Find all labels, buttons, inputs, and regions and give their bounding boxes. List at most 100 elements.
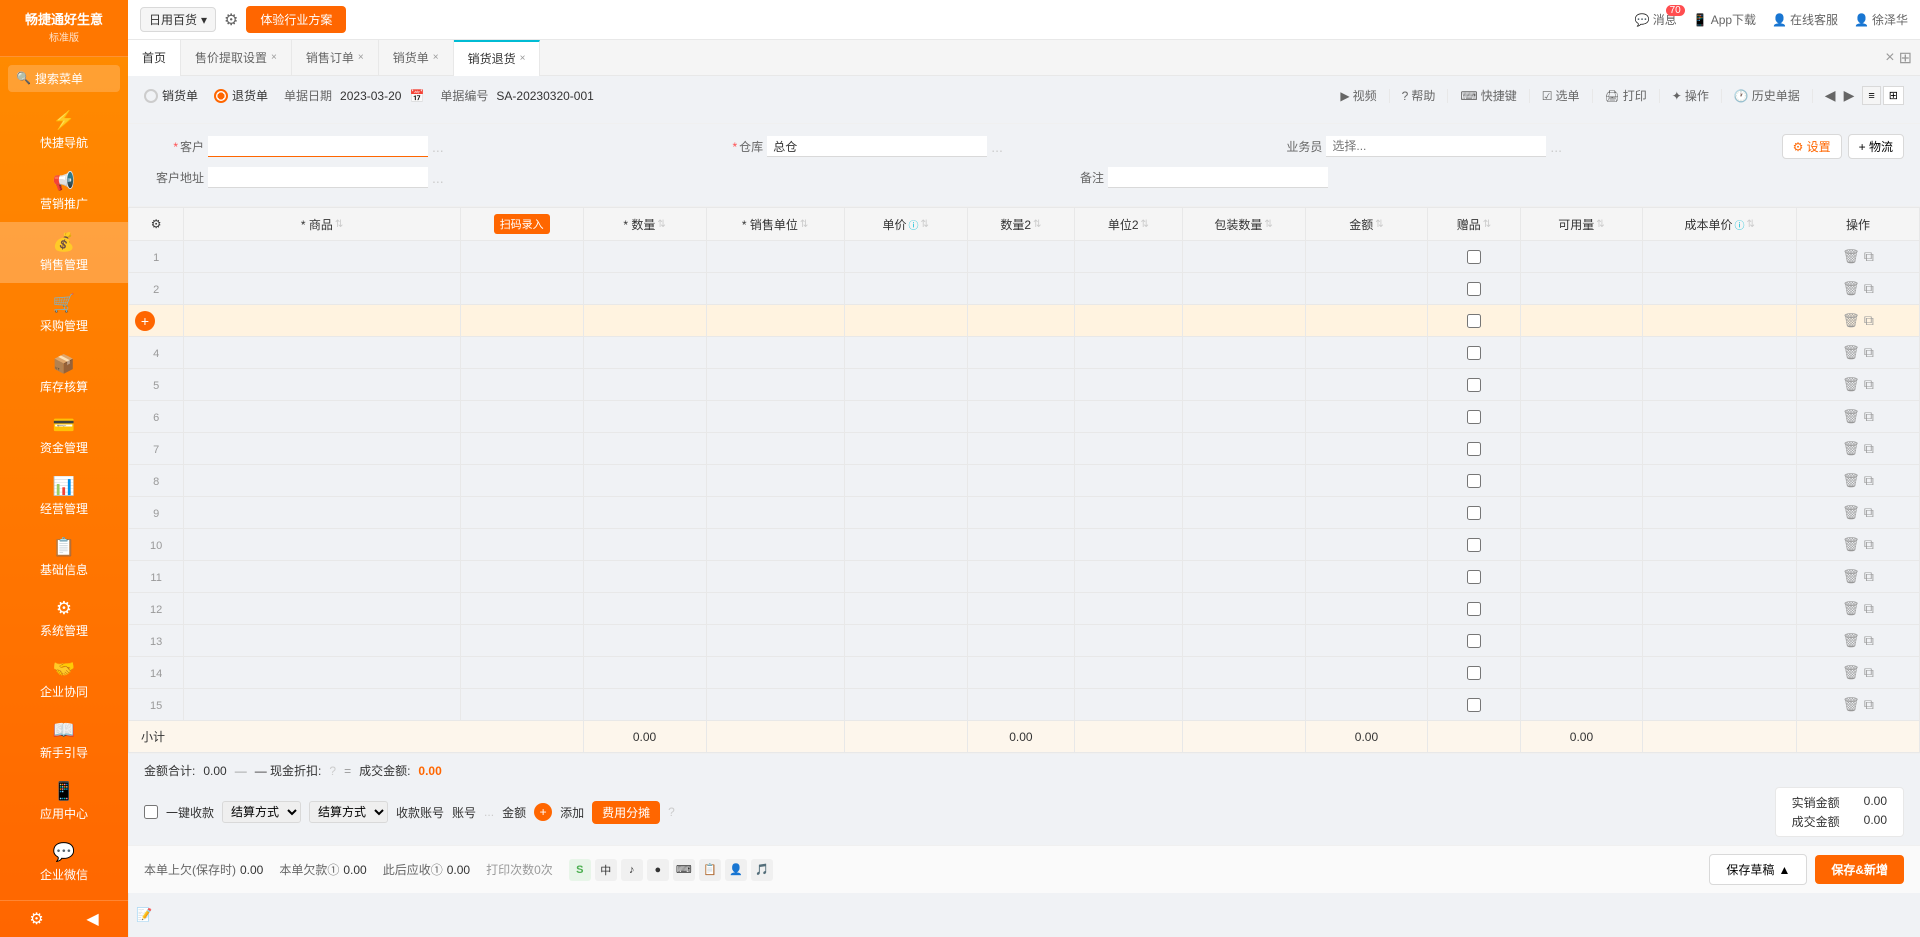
r14-amount[interactable] bbox=[1305, 657, 1428, 689]
r5-copy[interactable]: ⧉ bbox=[1864, 376, 1874, 393]
collapse-footer-btn[interactable]: ◀ bbox=[86, 909, 98, 929]
message-button[interactable]: 💬 消息 70 bbox=[1635, 11, 1677, 28]
bottom-icon-board[interactable]: 📋 bbox=[699, 859, 721, 881]
row-3-copy-btn[interactable]: ⧉ bbox=[1864, 312, 1874, 329]
print-btn[interactable]: 🖨 打印 bbox=[1605, 87, 1647, 104]
row-1-cost[interactable] bbox=[1643, 241, 1797, 273]
r14-gift-checkbox[interactable] bbox=[1467, 666, 1481, 680]
radio-return-btn[interactable] bbox=[214, 89, 228, 103]
sidebar-item-member[interactable]: V 畅会员 bbox=[0, 893, 128, 900]
r13-unit2[interactable] bbox=[1075, 625, 1183, 657]
r8-gift-checkbox[interactable] bbox=[1467, 474, 1481, 488]
r15-amount[interactable] bbox=[1305, 689, 1428, 721]
save-new-button[interactable]: 保存&新增 bbox=[1815, 855, 1904, 884]
r12-qty2[interactable] bbox=[967, 593, 1075, 625]
radio-sales-btn[interactable] bbox=[144, 89, 158, 103]
sidebar-item-finance[interactable]: 💳 资金管理 bbox=[0, 405, 128, 466]
radio-return[interactable]: 退货单 bbox=[214, 87, 268, 104]
r7-qty2[interactable] bbox=[967, 433, 1075, 465]
row-1-amount[interactable] bbox=[1305, 241, 1428, 273]
r8-pkg[interactable] bbox=[1182, 465, 1305, 497]
r15-del[interactable]: 🗑 bbox=[1842, 696, 1860, 713]
sort-unit2-icon[interactable]: ⇅ bbox=[1141, 219, 1149, 230]
r6-amount[interactable] bbox=[1305, 401, 1428, 433]
row-2-delete-btn[interactable]: 🗑 bbox=[1842, 280, 1860, 297]
tab-close-return[interactable]: × bbox=[520, 53, 526, 64]
r15-gift-checkbox[interactable] bbox=[1467, 698, 1481, 712]
search-menu-button[interactable]: 🔍 搜索菜单 bbox=[8, 65, 120, 92]
r11-avail[interactable] bbox=[1520, 561, 1643, 593]
nav-next-btn[interactable]: ▶ bbox=[1844, 87, 1855, 104]
tab-close-order[interactable]: × bbox=[358, 52, 364, 63]
r10-del[interactable]: 🗑 bbox=[1842, 536, 1860, 553]
r9-price[interactable] bbox=[844, 497, 967, 529]
r13-amount[interactable] bbox=[1305, 625, 1428, 657]
r11-gift-checkbox[interactable] bbox=[1467, 570, 1481, 584]
r6-price[interactable] bbox=[844, 401, 967, 433]
r4-pkg[interactable] bbox=[1182, 337, 1305, 369]
r14-unit[interactable] bbox=[706, 657, 844, 689]
row-1-qty[interactable] bbox=[583, 241, 706, 273]
row-2-copy-btn[interactable]: ⧉ bbox=[1864, 280, 1874, 297]
r10-amount[interactable] bbox=[1305, 529, 1428, 561]
row-1-copy-btn[interactable]: ⧉ bbox=[1864, 248, 1874, 265]
address-input[interactable] bbox=[208, 167, 428, 188]
r12-gift-checkbox[interactable] bbox=[1467, 602, 1481, 616]
row-1-pkg[interactable] bbox=[1182, 241, 1305, 273]
calc-method-select[interactable]: 结算方式 bbox=[222, 801, 301, 823]
sidebar-item-guide[interactable]: 📖 新手引导 bbox=[0, 710, 128, 771]
row-1-price[interactable] bbox=[844, 241, 967, 273]
bottom-icon-user[interactable]: 👤 bbox=[725, 859, 747, 881]
sidebar-item-inventory[interactable]: 📦 库存核算 bbox=[0, 344, 128, 405]
settings-btn[interactable]: ⚙ 设置 bbox=[1782, 134, 1842, 159]
r8-unit[interactable] bbox=[706, 465, 844, 497]
r12-pkg[interactable] bbox=[1182, 593, 1305, 625]
online-service-button[interactable]: 👤 在线客服 bbox=[1772, 11, 1838, 28]
sidebar-item-apps[interactable]: 📱 应用中心 bbox=[0, 771, 128, 832]
radio-sales[interactable]: 销货单 bbox=[144, 87, 198, 104]
r13-price[interactable] bbox=[844, 625, 967, 657]
sort-avail-icon[interactable]: ⇅ bbox=[1596, 219, 1604, 230]
th-config[interactable]: ⚙ bbox=[129, 208, 184, 241]
row-3-cost[interactable] bbox=[1643, 305, 1797, 337]
nav-prev-btn[interactable]: ◀ bbox=[1825, 87, 1836, 104]
r7-unit[interactable] bbox=[706, 433, 844, 465]
scan-input-button[interactable]: 扫码录入 bbox=[494, 214, 550, 234]
customer-dots[interactable]: ... bbox=[432, 139, 444, 155]
r15-copy[interactable]: ⧉ bbox=[1864, 696, 1874, 713]
r12-prod[interactable] bbox=[184, 593, 460, 625]
sort-gift-icon[interactable]: ⇅ bbox=[1483, 219, 1491, 230]
r10-avail[interactable] bbox=[1520, 529, 1643, 561]
r10-cost[interactable] bbox=[1643, 529, 1797, 561]
sort-cost-icon[interactable]: ⇅ bbox=[1747, 219, 1755, 230]
r5-price[interactable] bbox=[844, 369, 967, 401]
r13-copy[interactable]: ⧉ bbox=[1864, 632, 1874, 649]
r11-del[interactable]: 🗑 bbox=[1842, 568, 1860, 585]
sidebar-item-quick-nav[interactable]: ⚡ 快捷导航 bbox=[0, 100, 128, 161]
r12-cost[interactable] bbox=[1643, 593, 1797, 625]
sort-qty-icon[interactable]: ⇅ bbox=[657, 219, 665, 230]
r4-prod[interactable] bbox=[184, 337, 460, 369]
sort-pkg-icon[interactable]: ⇅ bbox=[1264, 219, 1272, 230]
row-3-amount[interactable] bbox=[1305, 305, 1428, 337]
bottom-icon-music[interactable]: 🎵 bbox=[751, 859, 773, 881]
row-3-qty[interactable] bbox=[583, 305, 706, 337]
sidebar-item-sales[interactable]: 💰 销售管理 bbox=[0, 222, 128, 283]
r15-unit2[interactable] bbox=[1075, 689, 1183, 721]
r7-prod[interactable] bbox=[184, 433, 460, 465]
r5-prod[interactable] bbox=[184, 369, 460, 401]
r4-avail[interactable] bbox=[1520, 337, 1643, 369]
r6-del[interactable]: 🗑 bbox=[1842, 408, 1860, 425]
r5-qty2[interactable] bbox=[967, 369, 1075, 401]
select-btn[interactable]: ☑ 选单 bbox=[1542, 87, 1580, 104]
shortcut-btn[interactable]: ⌨ 快捷键 bbox=[1460, 87, 1516, 104]
r10-copy[interactable]: ⧉ bbox=[1864, 536, 1874, 553]
warehouse-dots[interactable]: ... bbox=[991, 139, 1003, 155]
row-3-qty2[interactable] bbox=[967, 305, 1075, 337]
row-1-product[interactable] bbox=[184, 241, 460, 273]
r14-price[interactable] bbox=[844, 657, 967, 689]
row-1-qty2[interactable] bbox=[967, 241, 1075, 273]
grid-view-btn[interactable]: ⊞ bbox=[1883, 86, 1904, 105]
sidebar-item-enterprise[interactable]: 🤝 企业协同 bbox=[0, 649, 128, 710]
r13-qty2[interactable] bbox=[967, 625, 1075, 657]
